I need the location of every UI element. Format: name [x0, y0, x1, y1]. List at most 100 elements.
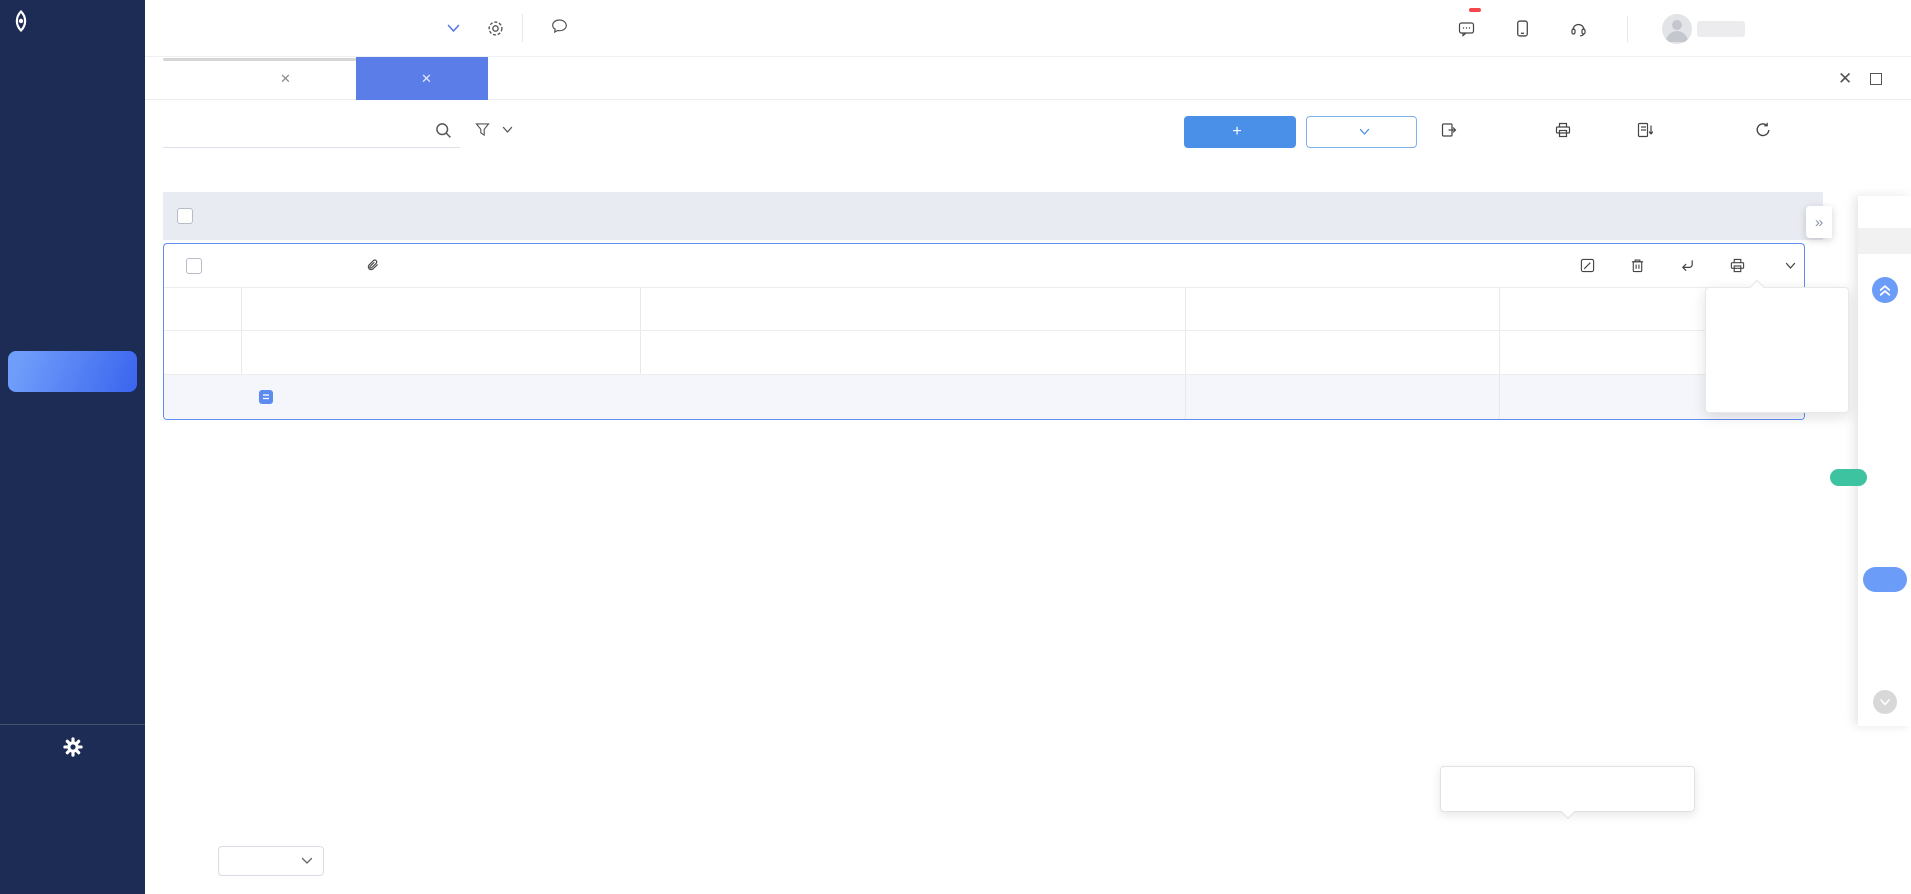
- more-filters-button[interactable]: [475, 122, 513, 137]
- trash-icon: [1630, 258, 1645, 273]
- chevron-down-icon: [1359, 128, 1370, 135]
- page-size-select[interactable]: [218, 846, 324, 876]
- sidebar-item-ecommerce-mini[interactable]: [0, 124, 145, 169]
- month-item[interactable]: [1858, 533, 1911, 564]
- refresh-button[interactable]: [1755, 122, 1776, 138]
- sidebar-menu: [0, 34, 145, 709]
- sidebar-item-invoice[interactable]: [0, 394, 145, 439]
- batch-operations-button[interactable]: [1306, 116, 1417, 148]
- brand-logo-icon: [9, 9, 33, 33]
- more-actions-button[interactable]: [1780, 262, 1796, 270]
- month-item-selected[interactable]: [1862, 567, 1907, 592]
- month-item[interactable]: [1858, 440, 1911, 471]
- debit-cell: [1184, 331, 1500, 374]
- sidebar-item-inventory[interactable]: [0, 259, 145, 304]
- messages-count-badge: [1468, 6, 1482, 13]
- tab-close-icon[interactable]: ✕: [280, 71, 291, 87]
- sidebar-item-expense[interactable]: [0, 619, 145, 664]
- tooltip-arrow: [1560, 804, 1576, 820]
- user-account[interactable]: [1662, 13, 1745, 44]
- row-select-spacer: [164, 288, 241, 330]
- sidebar-item-basic-info[interactable]: [0, 664, 145, 709]
- total-debit: [1184, 375, 1500, 419]
- delete-action[interactable]: [1630, 258, 1650, 273]
- sidebar-item-purchase[interactable]: [0, 214, 145, 259]
- sidebar: [0, 0, 145, 894]
- total-icon: [259, 390, 273, 404]
- month-item[interactable]: [1858, 657, 1911, 688]
- voucher-line-row[interactable]: [164, 331, 1804, 374]
- voucher-line-row[interactable]: [164, 288, 1804, 331]
- pagination: [190, 846, 344, 876]
- org-settings-gear-icon[interactable]: [487, 20, 504, 37]
- sidebar-item-operations[interactable]: [0, 574, 145, 619]
- chevron-down-icon: [1785, 262, 1796, 269]
- sidebar-item-ecommerce[interactable]: [0, 169, 145, 214]
- sidebar-divider: [0, 724, 145, 725]
- menu-item-void[interactable]: [1706, 368, 1848, 404]
- import-export-button[interactable]: [1441, 122, 1462, 138]
- attachment-count-link[interactable]: [366, 258, 384, 273]
- tab-home[interactable]: [150, 57, 216, 100]
- refresh-icon: [1755, 122, 1771, 138]
- month-item[interactable]: [1858, 626, 1911, 657]
- insert-action[interactable]: [1680, 258, 1700, 273]
- month-selector-panel: [1858, 196, 1911, 726]
- tab-close-icon[interactable]: ✕: [421, 71, 432, 87]
- account-cell: [640, 288, 1184, 330]
- row-select-spacer: [164, 331, 241, 374]
- account-cell: [640, 331, 1184, 374]
- headset-icon: [1570, 21, 1587, 37]
- customer-service-button[interactable]: [1570, 21, 1593, 37]
- close-page-icon[interactable]: ✕: [1838, 70, 1852, 87]
- fullscreen-icon[interactable]: [1870, 72, 1883, 85]
- print-voucher-action[interactable]: [1730, 258, 1750, 273]
- voucher-checkbox[interactable]: [186, 257, 202, 274]
- sidebar-item-general-ledger[interactable]: [8, 351, 137, 392]
- print-button[interactable]: [1555, 122, 1576, 138]
- select-all-checkbox[interactable]: [177, 208, 193, 224]
- menu-item-reverse[interactable]: [1706, 332, 1848, 368]
- summary-cell: [240, 331, 641, 374]
- import-export-icon: [1441, 122, 1457, 138]
- search-input[interactable]: [163, 122, 435, 139]
- total-row: [164, 374, 1804, 419]
- month-item[interactable]: [1858, 595, 1911, 626]
- collapse-month-panel-icon[interactable]: »: [1806, 206, 1832, 238]
- menu-item-copy[interactable]: [1706, 296, 1848, 332]
- scroll-down-chevron-icon[interactable]: [1873, 690, 1897, 714]
- renumber-button[interactable]: [1637, 122, 1658, 138]
- tab-tools: ✕: [1838, 57, 1883, 100]
- sidebar-item-fixed-assets[interactable]: [0, 484, 145, 529]
- add-voucher-button[interactable]: +: [1184, 116, 1296, 148]
- plus-icon: +: [1232, 123, 1242, 140]
- avatar: [1662, 13, 1692, 44]
- topbar: [145, 0, 1911, 57]
- sidebar-item-payroll[interactable]: [0, 529, 145, 574]
- search-icon[interactable]: [435, 122, 452, 139]
- tab-bar: ✕ ✕ ✕: [145, 57, 1911, 100]
- demo-bubble-icon: [551, 18, 568, 34]
- month-list: [1858, 316, 1911, 688]
- printer-icon: [1730, 258, 1745, 273]
- messages-button[interactable]: [1458, 6, 1482, 37]
- demo-link[interactable]: [551, 18, 575, 34]
- phone-icon: [1515, 20, 1530, 37]
- sidebar-item-tax[interactable]: [0, 439, 145, 484]
- month-item[interactable]: [1858, 316, 1911, 347]
- month-item[interactable]: [1858, 409, 1911, 440]
- month-item[interactable]: [1858, 502, 1911, 533]
- tab-view-voucher[interactable]: ✕: [356, 57, 488, 100]
- messages-chat-icon: [1458, 21, 1475, 37]
- sidebar-item-sales[interactable]: [0, 79, 145, 124]
- app-download-button[interactable]: [1515, 20, 1536, 37]
- tab-new-voucher[interactable]: ✕: [216, 57, 346, 100]
- more-actions-menu: [1705, 279, 1849, 413]
- sidebar-item-funds[interactable]: [0, 304, 145, 349]
- scroll-up-double-chevron-icon[interactable]: [1872, 277, 1898, 303]
- month-item[interactable]: [1858, 347, 1911, 378]
- org-chevron-down-icon[interactable]: [447, 24, 460, 33]
- edit-action[interactable]: [1580, 258, 1600, 273]
- sidebar-settings-gear-icon[interactable]: [0, 736, 145, 758]
- month-item[interactable]: [1858, 378, 1911, 409]
